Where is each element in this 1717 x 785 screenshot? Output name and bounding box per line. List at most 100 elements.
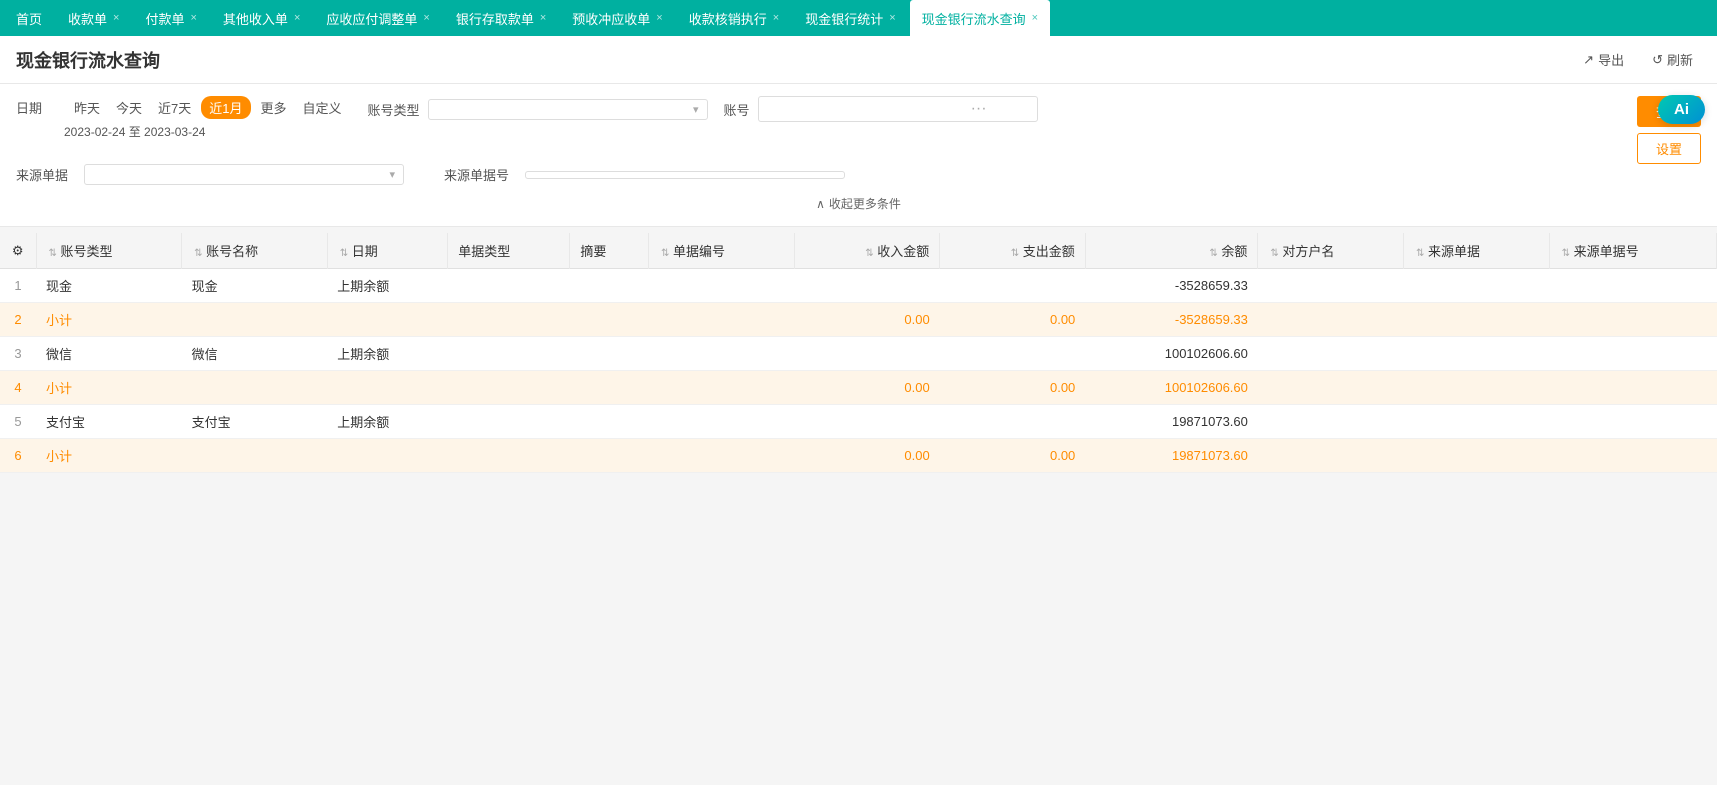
collapse-conditions-button[interactable]: ∧ 收起更多条件 xyxy=(16,189,1701,220)
refresh-icon: ↺ xyxy=(1652,52,1663,68)
cell-doc-type xyxy=(448,405,570,439)
date-opt-7days[interactable]: 近7天 xyxy=(152,96,197,119)
date-opt-more[interactable]: 更多 xyxy=(255,96,293,119)
refresh-button[interactable]: ↺ 刷新 xyxy=(1644,46,1701,73)
cell-counterparty xyxy=(1258,303,1404,337)
receipt-tab-label: 收款单 xyxy=(68,9,107,28)
source-doc-dropdown[interactable]: ▾ xyxy=(84,164,404,185)
source-doc-no-input[interactable] xyxy=(525,171,845,179)
column-doc-no[interactable]: ⇅ 单据编号 xyxy=(649,233,795,269)
top-navigation: 首页 收款单 × 付款单 × 其他收入单 × 应收应付调整单 × 银行存取款单 … xyxy=(0,0,1717,36)
cell-summary xyxy=(570,371,649,405)
cell-account-type: 小计 xyxy=(36,303,182,337)
column-expense[interactable]: ⇅ 支出金额 xyxy=(940,233,1086,269)
close-icon[interactable]: × xyxy=(773,12,779,24)
ellipsis-icon[interactable]: ··· xyxy=(967,100,991,118)
close-icon[interactable]: × xyxy=(540,12,546,24)
column-income[interactable]: ⇅ 收入金额 xyxy=(794,233,940,269)
close-icon[interactable]: × xyxy=(190,12,196,24)
cell-doc-type xyxy=(448,337,570,371)
nav-tab-advance-offset[interactable]: 预收冲应收单 × xyxy=(560,0,674,36)
ai-assistant-button[interactable]: Ai xyxy=(1658,95,1705,124)
data-table: ⚙ ⇅ 账号类型 ⇅ 账号名称 ⇅ 日期 单据类型 摘要 ⇅ 单 xyxy=(0,233,1717,473)
export-button[interactable]: ↗ 导出 xyxy=(1575,46,1632,73)
table-row: 5支付宝支付宝上期余额19871073.60 xyxy=(0,405,1717,439)
cell-expense: 0.00 xyxy=(940,439,1086,473)
close-icon[interactable]: × xyxy=(294,12,300,24)
column-date[interactable]: ⇅ 日期 xyxy=(327,233,448,269)
cell-account-type: 支付宝 xyxy=(36,405,182,439)
close-icon[interactable]: × xyxy=(423,12,429,24)
table-body: 1现金现金上期余额-3528659.332小计0.000.00-3528659.… xyxy=(0,269,1717,473)
nav-tab-receivable-adjust[interactable]: 应收应付调整单 × xyxy=(314,0,441,36)
row-number: 1 xyxy=(0,269,36,303)
gear-icon: ⚙ xyxy=(12,243,24,258)
column-counterparty[interactable]: ⇅ 对方户名 xyxy=(1258,233,1404,269)
row-number: 6 xyxy=(0,439,36,473)
nav-tab-home[interactable]: 首页 xyxy=(4,0,54,36)
row-number: 3 xyxy=(0,337,36,371)
cell-expense xyxy=(940,405,1086,439)
column-account-name[interactable]: ⇅ 账号名称 xyxy=(182,233,328,269)
cell-source-doc-no xyxy=(1549,439,1716,473)
column-gear[interactable]: ⚙ xyxy=(0,233,36,269)
cell-doc-type xyxy=(448,303,570,337)
sort-icon: ⇅ xyxy=(1209,248,1217,259)
payment-tab-label: 付款单 xyxy=(145,9,184,28)
sort-icon: ⇅ xyxy=(865,248,873,259)
account-type-group: 账号类型 ▾ xyxy=(368,99,708,120)
cell-income xyxy=(794,405,940,439)
cell-account-name xyxy=(182,303,328,337)
cell-balance: -3528659.33 xyxy=(1085,303,1258,337)
column-source-doc[interactable]: ⇅ 来源单据 xyxy=(1403,233,1549,269)
column-account-type[interactable]: ⇅ 账号类型 xyxy=(36,233,182,269)
nav-tab-receipt[interactable]: 收款单 × xyxy=(56,0,131,36)
cell-summary xyxy=(570,337,649,371)
close-icon[interactable]: × xyxy=(889,12,895,24)
nav-tab-payment[interactable]: 付款单 × xyxy=(133,0,208,36)
cell-account-name: 微信 xyxy=(182,337,328,371)
nav-tab-collection-exec[interactable]: 收款核销执行 × xyxy=(677,0,791,36)
close-icon[interactable]: × xyxy=(1032,12,1038,24)
cell-account-name xyxy=(182,371,328,405)
cell-account-type: 微信 xyxy=(36,337,182,371)
ai-label: Ai xyxy=(1674,101,1689,118)
cell-summary xyxy=(570,269,649,303)
nav-tab-bank-deposit[interactable]: 银行存取款单 × xyxy=(444,0,558,36)
account-type-dropdown[interactable]: ▾ xyxy=(428,99,708,120)
nav-tab-cash-bank-stat[interactable]: 现金银行统计 × xyxy=(793,0,907,36)
close-icon[interactable]: × xyxy=(113,12,119,24)
cell-source-doc-no xyxy=(1549,371,1716,405)
cell-source-doc-no xyxy=(1549,405,1716,439)
cell-summary xyxy=(570,303,649,337)
column-source-doc-no[interactable]: ⇅ 来源单据号 xyxy=(1549,233,1716,269)
close-icon[interactable]: × xyxy=(656,12,662,24)
date-opt-today[interactable]: 今天 xyxy=(110,96,148,119)
collapse-label: 收起更多条件 xyxy=(829,195,901,212)
sort-icon: ⇅ xyxy=(1562,248,1570,259)
date-opt-custom[interactable]: 自定义 xyxy=(297,96,348,119)
column-balance[interactable]: ⇅ 余额 xyxy=(1085,233,1258,269)
cell-date xyxy=(327,439,448,473)
account-no-group: 账号 ··· xyxy=(724,96,1038,122)
account-no-input[interactable]: ··· xyxy=(758,96,1038,122)
settings-button[interactable]: 设置 xyxy=(1637,133,1701,164)
cell-source-doc xyxy=(1403,269,1549,303)
chevron-down-icon: ▾ xyxy=(693,103,699,116)
date-opt-yesterday[interactable]: 昨天 xyxy=(68,96,106,119)
cell-doc-no xyxy=(649,439,795,473)
nav-tab-other-income[interactable]: 其他收入单 × xyxy=(211,0,312,36)
cell-doc-no xyxy=(649,337,795,371)
nav-tab-cash-bank-flow[interactable]: 现金银行流水查询 × xyxy=(910,0,1050,36)
filter-area: 日期 昨天 今天 近7天 近1月 更多 自定义 2023-02-24 至 202… xyxy=(0,84,1717,227)
chevron-up-icon: ∧ xyxy=(816,197,825,211)
sort-icon: ⇅ xyxy=(340,248,348,259)
cell-source-doc-no xyxy=(1549,303,1716,337)
bank-deposit-tab-label: 银行存取款单 xyxy=(456,9,534,28)
date-opt-1month[interactable]: 近1月 xyxy=(201,96,250,119)
sort-icon: ⇅ xyxy=(1270,248,1278,259)
table-header-row: ⚙ ⇅ 账号类型 ⇅ 账号名称 ⇅ 日期 单据类型 摘要 ⇅ 单 xyxy=(0,233,1717,269)
cell-account-type: 小计 xyxy=(36,371,182,405)
cell-doc-no xyxy=(649,371,795,405)
cell-account-type: 现金 xyxy=(36,269,182,303)
